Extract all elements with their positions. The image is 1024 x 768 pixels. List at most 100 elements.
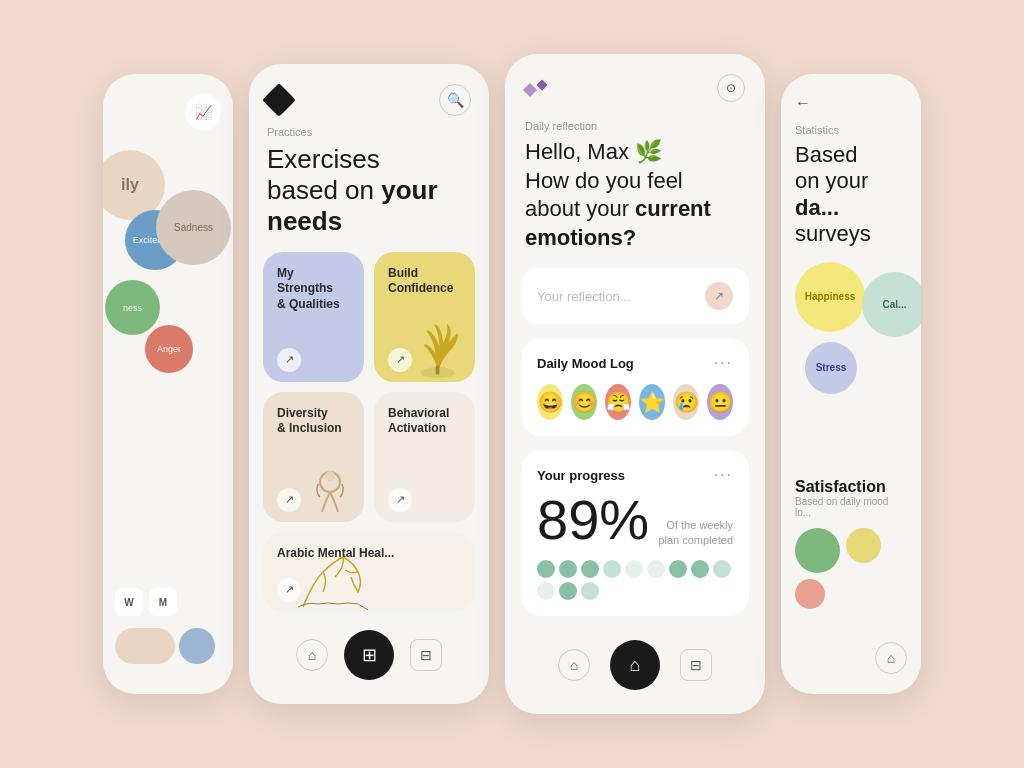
arrow-confidence: ↗ <box>388 348 412 372</box>
progress-more[interactable]: ··· <box>714 466 733 484</box>
back-button[interactable]: ← <box>795 94 907 112</box>
exercise-title-behavioral: BehavioralActivation <box>388 406 461 437</box>
bottom-bubble-pink <box>795 579 825 609</box>
progress-dots <box>537 560 733 600</box>
bottom-bubbles <box>795 528 907 609</box>
arrow-behavioral: ↗ <box>388 488 412 512</box>
phone-screen-1: 📈 ily Excitement Sadness ness Anger W M <box>103 74 233 694</box>
bottom-nav-2: ⌂ ⊞ ⊟ <box>249 616 489 694</box>
prog-dot-3 <box>581 560 599 578</box>
prog-dot-9 <box>713 560 731 578</box>
progress-note: Of the weekly plan completed <box>658 518 733 549</box>
exercise-card-behavioral[interactable]: BehavioralActivation ↗ <box>374 392 475 522</box>
arrow-arabic: ↗ <box>277 578 301 602</box>
prog-dot-6 <box>647 560 665 578</box>
emotion-bubbles: ily Excitement Sadness ness Anger <box>115 150 221 550</box>
bubble-happiness: ness <box>105 280 160 335</box>
prog-dot-1 <box>537 560 555 578</box>
emoji-happy[interactable]: 😄 <box>537 384 563 420</box>
diamond-logo-3 <box>525 81 546 95</box>
app-logo <box>262 83 296 117</box>
diversity-illustration <box>300 462 360 522</box>
chart-icon-btn[interactable]: 📈 <box>185 94 221 130</box>
prog-dot-5 <box>625 560 643 578</box>
bubble-anger: Anger <box>145 325 193 373</box>
exercise-card-strengths[interactable]: My Strengths& Qualities ↗ <box>263 252 364 382</box>
reflection-header: ⊙ <box>505 54 765 112</box>
exercise-title-confidence: Build Confidence <box>388 266 461 297</box>
settings-btn[interactable]: ⊙ <box>717 74 745 102</box>
prog-dot-7 <box>669 560 687 578</box>
bottom-bubble-green <box>795 528 840 573</box>
progress-note-line1: Of the weekly <box>666 519 733 531</box>
bottom-nav-3: ⌂ ⌂ ⊟ <box>505 630 765 700</box>
initials-row: W M <box>115 588 221 616</box>
progress-title: Your progress <box>537 468 625 483</box>
reflection-placeholder: Your reflection... <box>537 289 630 304</box>
exercise-title-arabic: Arabic Mental Heal... <box>277 546 461 562</box>
dot-beige <box>115 628 175 664</box>
prog-dot-11 <box>559 582 577 600</box>
phone-screen-exercises: 🔍 Practices Exercisesbased on yourneeds … <box>249 64 489 704</box>
mood-log-more[interactable]: ··· <box>714 354 733 372</box>
greeting-text: Hello, Max 🌿 How do you feel about your … <box>525 138 745 252</box>
prog-dot-8 <box>691 560 709 578</box>
stats-nav-btn[interactable]: ⊟ <box>410 639 442 671</box>
home-nav-btn[interactable]: ⌂ <box>296 639 328 671</box>
bubble-sadness: Sadness <box>156 190 231 265</box>
grid-nav-3[interactable]: ⊟ <box>680 649 712 681</box>
greeting-section: Daily reflection Hello, Max 🌿 How do you… <box>505 112 765 268</box>
svg-point-3 <box>325 471 335 481</box>
emoji-angry[interactable]: 😤 <box>605 384 631 420</box>
arrow-diversity: ↗ <box>277 488 301 512</box>
daily-reflection-label: Daily reflection <box>525 120 745 132</box>
prog-dot-12 <box>581 582 599 600</box>
mood-log-title: Daily Mood Log <box>537 356 634 371</box>
emoji-star[interactable]: ⭐ <box>639 384 665 420</box>
initial-m: M <box>149 588 177 616</box>
prog-dot-10 <box>537 582 555 600</box>
exercise-card-arabic-row: Arabic Mental Heal... ↗ <box>249 522 489 612</box>
statistics-label: Statistics <box>795 124 907 136</box>
progress-header: Your progress ··· <box>537 466 733 484</box>
satisfaction-title: Satisfaction <box>795 478 907 496</box>
initial-w: W <box>115 588 143 616</box>
home-nav-3[interactable]: ⌂ <box>558 649 590 681</box>
emoji-neutral[interactable]: 😐 <box>707 384 733 420</box>
bubble-stress: Stress <box>805 342 857 394</box>
exercise-card-diversity[interactable]: Diversity& Inclusion ↗ <box>263 392 364 522</box>
exercise-title-diversity: Diversity& Inclusion <box>277 406 350 437</box>
stats-bubbles: Happiness Cal... Stress <box>795 262 907 462</box>
exercise-grid: My Strengths& Qualities ↗ Build Confiden… <box>249 252 489 522</box>
home-nav-4[interactable]: ⌂ <box>875 642 907 674</box>
emoji-sad[interactable]: 😢 <box>673 384 699 420</box>
plant-illustration <box>400 307 475 382</box>
progress-note-line2: plan completed <box>658 534 733 546</box>
dot-blue <box>179 628 215 664</box>
satisfaction-section: Satisfaction Based on daily mood lo... <box>795 478 907 518</box>
exercise-title-strengths: My Strengths& Qualities <box>277 266 350 313</box>
arrow-strengths: ↗ <box>277 348 301 372</box>
exercise-card-confidence[interactable]: Build Confidence ↗ <box>374 252 475 382</box>
home-nav-active-3[interactable]: ⌂ <box>610 640 660 690</box>
prog-dot-4 <box>603 560 621 578</box>
exercises-heading: Exercisesbased on yourneeds <box>267 144 471 238</box>
prog-dot-2 <box>559 560 577 578</box>
send-button[interactable]: ↗ <box>705 282 733 310</box>
emoji-smile[interactable]: 😊 <box>571 384 597 420</box>
statistics-title: Basedon your da...surveys <box>795 142 907 248</box>
search-button[interactable]: 🔍 <box>439 84 471 116</box>
mood-emojis-row: 😄 😊 😤 ⭐ 😢 😐 <box>537 384 733 420</box>
bottom-bar: W M <box>115 588 221 664</box>
reflection-input[interactable]: Your reflection... ↗ <box>521 268 749 324</box>
grid-nav-active-btn[interactable]: ⊞ <box>344 630 394 680</box>
phone-screen-reflection: ⊙ Daily reflection Hello, Max 🌿 How do y… <box>505 54 765 714</box>
exercises-header: 🔍 <box>249 64 489 126</box>
statistics-content: ← Statistics Basedon your da...surveys H… <box>781 74 921 694</box>
exercise-card-arabic[interactable]: Arabic Mental Heal... ↗ <box>263 532 475 612</box>
progress-main: 89% Of the weekly plan completed <box>537 492 733 548</box>
phone-screen-statistics: ← Statistics Basedon your da...surveys H… <box>781 74 921 694</box>
bottom-bubble-yellow <box>846 528 881 563</box>
dots-row <box>115 628 221 664</box>
progress-section: Your progress ··· 89% Of the weekly plan… <box>521 450 749 616</box>
